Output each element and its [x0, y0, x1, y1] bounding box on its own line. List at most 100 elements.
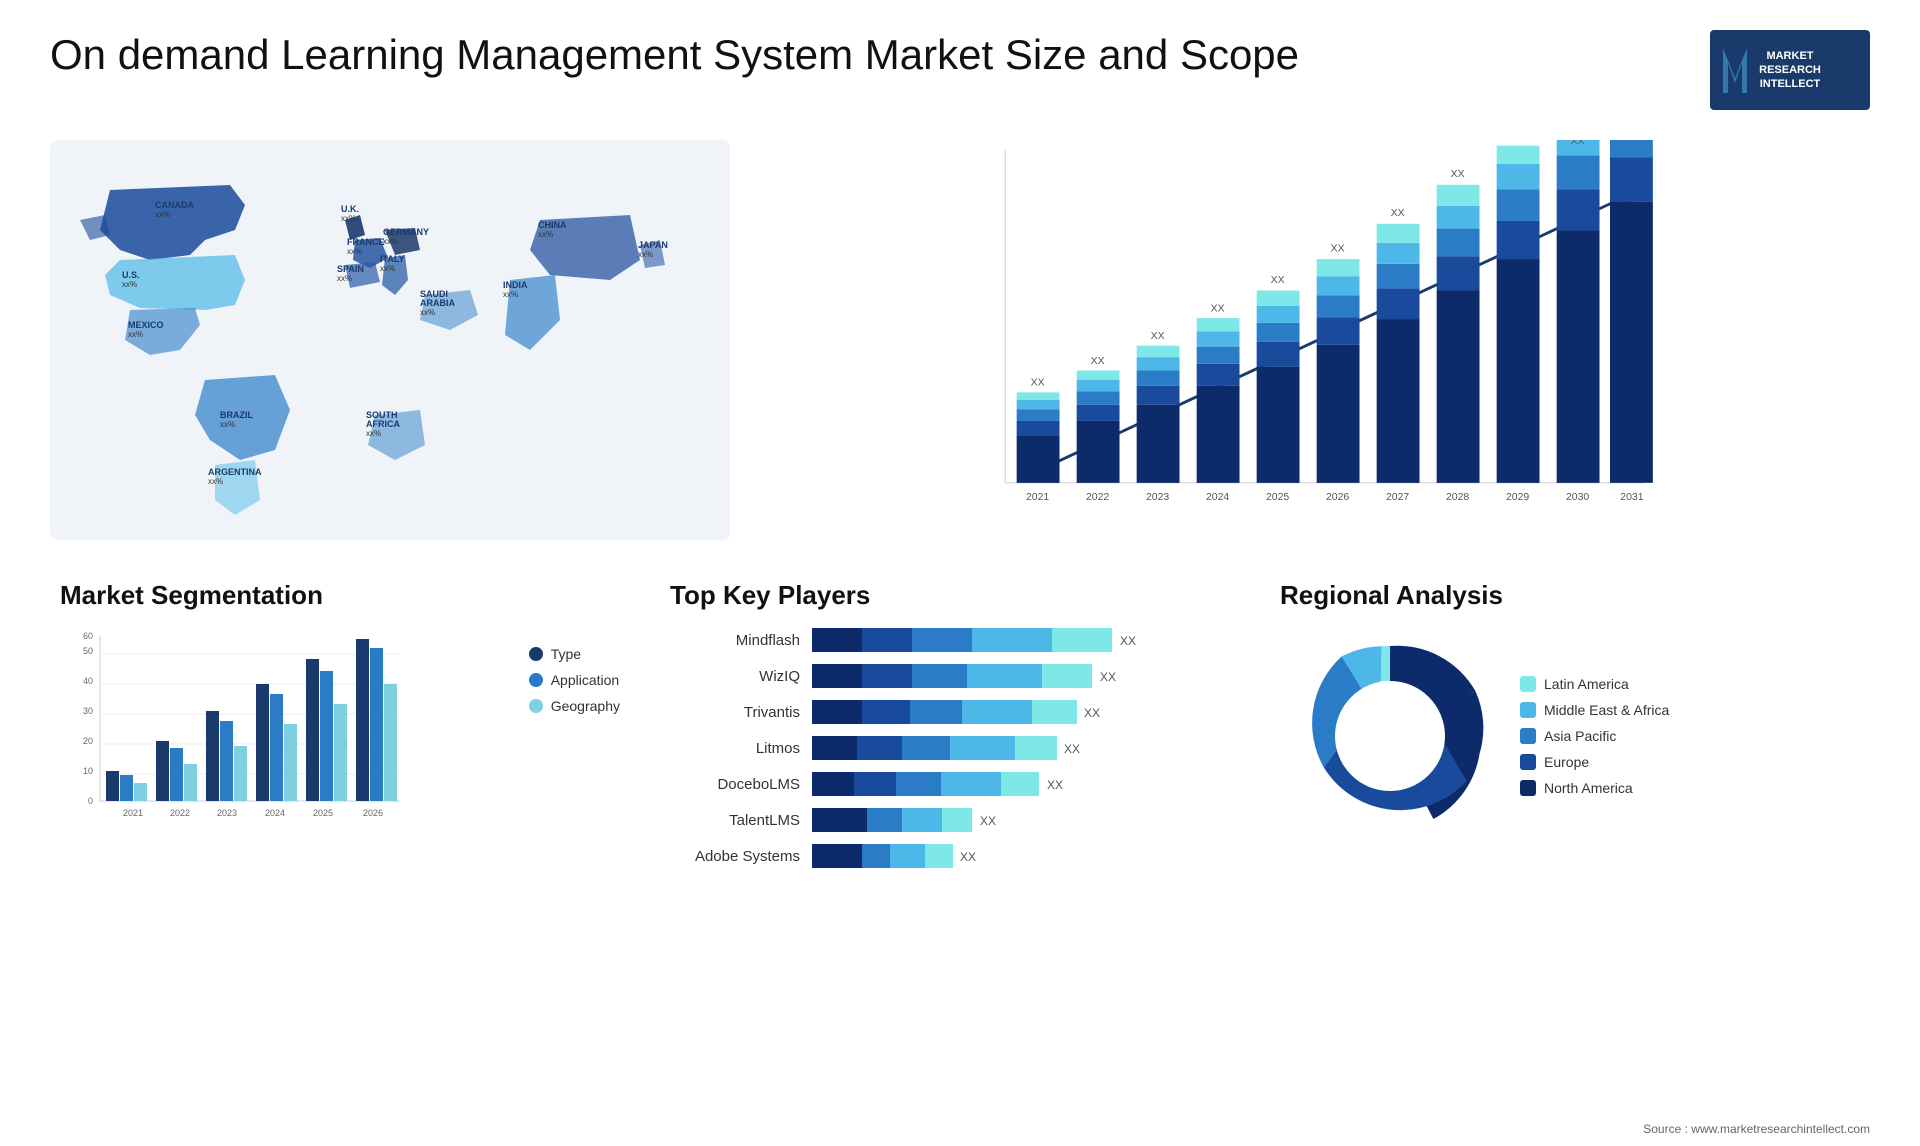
chart-section: XX XX XX — [750, 130, 1870, 550]
player-bar-trivantis: XX — [812, 698, 1230, 726]
players-section: Top Key Players Mindflash XX — [660, 570, 1240, 880]
regional-legend: Latin America Middle East & Africa Asia … — [1520, 676, 1669, 796]
svg-text:XX: XX — [1100, 670, 1116, 684]
svg-text:0: 0 — [88, 796, 93, 806]
main-content: CANADA xx% U.S. xx% MEXICO xx% BRAZIL xx… — [50, 130, 1870, 880]
donut-chart — [1280, 626, 1500, 846]
regional-title: Regional Analysis — [1280, 580, 1860, 611]
svg-text:XX: XX — [1331, 243, 1345, 254]
svg-text:2029: 2029 — [1506, 492, 1529, 503]
player-bar-mindflash: XX — [812, 626, 1230, 654]
svg-text:xx%: xx% — [337, 274, 352, 283]
svg-text:XX: XX — [960, 850, 976, 864]
svg-text:2025: 2025 — [1266, 492, 1289, 503]
regional-content: Latin America Middle East & Africa Asia … — [1280, 626, 1860, 846]
svg-text:XX: XX — [1271, 275, 1285, 286]
legend-application-dot — [529, 673, 543, 687]
segmentation-section: Market Segmentation 0 10 20 30 40 — [50, 570, 630, 880]
legend-type: Type — [529, 646, 620, 662]
svg-text:2022: 2022 — [1086, 492, 1109, 503]
player-bar-wiziq: XX — [812, 662, 1230, 690]
svg-text:XX: XX — [1391, 208, 1405, 219]
bar-2025: XX — [1257, 275, 1300, 483]
svg-text:2022: 2022 — [170, 808, 190, 818]
bar-2021: XX — [1017, 378, 1060, 483]
bar-2023: XX — [1137, 331, 1180, 483]
legend-north-america: North America — [1520, 780, 1669, 796]
legend-geography-dot — [529, 699, 543, 713]
svg-text:XX: XX — [1120, 634, 1136, 648]
svg-text:XX: XX — [1031, 378, 1045, 389]
segmentation-title: Market Segmentation — [60, 580, 620, 611]
player-bar-docebo: XX — [812, 770, 1230, 798]
svg-text:xx%: xx% — [128, 330, 143, 339]
svg-text:xx%: xx% — [155, 210, 170, 219]
legend-asia-pacific-color — [1520, 728, 1536, 744]
bar-2024: XX — [1197, 303, 1240, 482]
svg-text:40: 40 — [83, 676, 93, 686]
svg-text:XX: XX — [1091, 356, 1105, 367]
segmentation-legend: Type Application Geography — [529, 626, 620, 714]
legend-latin-america-color — [1520, 676, 1536, 692]
header: On demand Learning Management System Mar… — [50, 30, 1870, 110]
svg-text:xx%: xx% — [347, 247, 362, 256]
player-name-docebo: DoceboLMS — [670, 776, 800, 793]
legend-latin-america: Latin America — [1520, 676, 1669, 692]
svg-text:2030: 2030 — [1566, 492, 1589, 503]
legend-application: Application — [529, 672, 620, 688]
svg-text:xx%: xx% — [638, 250, 653, 259]
bar-2029: XX — [1497, 140, 1540, 483]
svg-text:XX: XX — [1151, 331, 1165, 342]
svg-text:2027: 2027 — [1386, 492, 1409, 503]
bar-2022: XX — [1077, 356, 1120, 483]
players-title: Top Key Players — [670, 580, 1230, 611]
svg-text:XX: XX — [1571, 140, 1585, 147]
player-bar-adobe: XX — [812, 842, 1230, 870]
svg-text:xx%: xx% — [383, 237, 398, 246]
svg-text:xx%: xx% — [341, 214, 356, 223]
svg-text:xx%: xx% — [380, 264, 395, 273]
bottom-grid: Market Segmentation 0 10 20 30 40 — [50, 570, 1870, 880]
player-row-mindflash: Mindflash XX — [670, 626, 1230, 654]
player-name-talentlms: TalentLMS — [670, 812, 800, 829]
map-section: CANADA xx% U.S. xx% MEXICO xx% BRAZIL xx… — [50, 130, 730, 550]
world-map: CANADA xx% U.S. xx% MEXICO xx% BRAZIL xx… — [50, 130, 730, 550]
player-name-adobe: Adobe Systems — [670, 848, 800, 865]
svg-text:XX: XX — [980, 814, 996, 828]
regional-section: Regional Analysis — [1270, 570, 1870, 880]
bar-chart: XX XX XX — [770, 140, 1850, 540]
svg-text:2031: 2031 — [1620, 492, 1643, 503]
svg-text:xx%: xx% — [538, 230, 553, 239]
bar-2030: XX — [1557, 140, 1600, 483]
player-name-trivantis: Trivantis — [670, 704, 800, 721]
bar-2031: XX — [1610, 140, 1653, 483]
svg-text:XX: XX — [1511, 140, 1525, 143]
svg-text:2021: 2021 — [1026, 492, 1049, 503]
svg-text:2023: 2023 — [217, 808, 237, 818]
player-row-docebo: DoceboLMS XX — [670, 770, 1230, 798]
legend-middle-east-color — [1520, 702, 1536, 718]
svg-text:XX: XX — [1451, 169, 1465, 180]
player-row-trivantis: Trivantis XX — [670, 698, 1230, 726]
svg-text:50: 50 — [83, 646, 93, 656]
svg-text:20: 20 — [83, 736, 93, 746]
player-name-wiziq: WizIQ — [670, 668, 800, 685]
svg-text:XX: XX — [1064, 742, 1080, 756]
svg-text:XX: XX — [1211, 303, 1225, 314]
player-row-adobe: Adobe Systems XX — [670, 842, 1230, 870]
player-row-talentlms: TalentLMS XX — [670, 806, 1230, 834]
svg-text:xx%: xx% — [420, 308, 435, 317]
logo-text: MARKET RESEARCH INTELLECT — [1754, 44, 1826, 97]
legend-type-dot — [529, 647, 543, 661]
player-name-litmos: Litmos — [670, 740, 800, 757]
legend-middle-east: Middle East & Africa — [1520, 702, 1669, 718]
svg-text:xx%: xx% — [366, 429, 381, 438]
player-row-wiziq: WizIQ XX — [670, 662, 1230, 690]
svg-text:60: 60 — [83, 631, 93, 641]
player-bar-litmos: XX — [812, 734, 1230, 762]
svg-text:2024: 2024 — [1206, 492, 1229, 503]
svg-text:10: 10 — [83, 766, 93, 776]
bar-2026: XX — [1317, 243, 1360, 482]
svg-text:30: 30 — [83, 706, 93, 716]
svg-text:XX: XX — [1047, 778, 1063, 792]
